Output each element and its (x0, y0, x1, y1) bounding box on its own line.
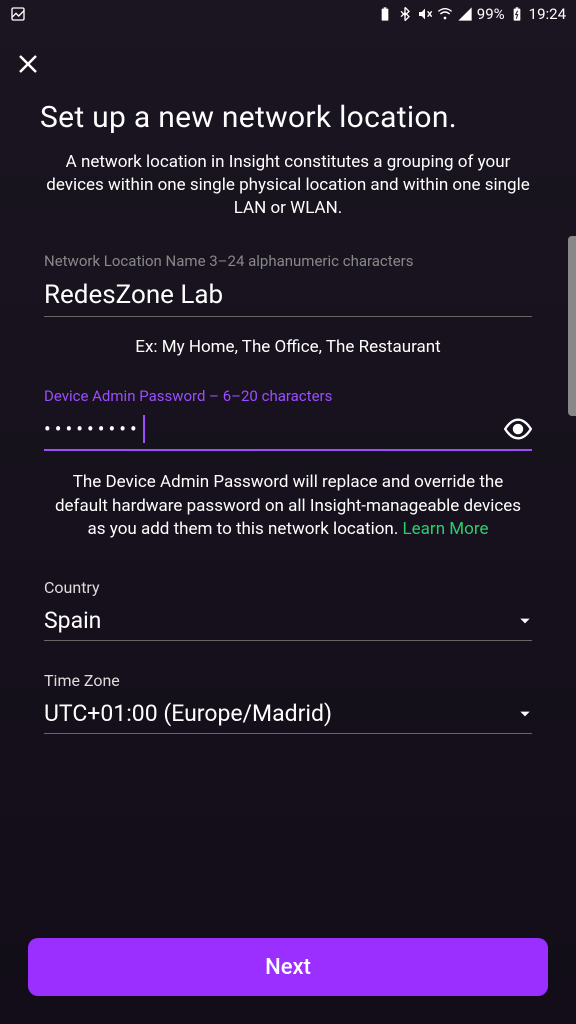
chevron-down-icon (518, 614, 532, 628)
timezone-label: Time Zone (44, 671, 532, 690)
location-name-input[interactable]: RedesZone Lab (44, 280, 532, 317)
location-name-hint: Ex: My Home, The Office, The Restaurant (44, 337, 532, 357)
next-button[interactable]: Next (28, 938, 548, 996)
show-password-button[interactable] (504, 415, 532, 443)
chevron-down-icon (518, 707, 532, 721)
bluetooth-icon (397, 6, 413, 22)
password-help-text: The Device Admin Password will replace a… (24, 471, 552, 542)
password-label: Device Admin Password – 6–20 characters (44, 387, 532, 405)
location-name-value: RedesZone Lab (44, 280, 223, 310)
timezone-select[interactable]: UTC+01:00 (Europe/Madrid) (44, 700, 532, 734)
page-title: Set up a new network location. (40, 100, 552, 135)
country-label: Country (44, 578, 532, 597)
password-value: ••••••••• (44, 417, 141, 441)
eye-icon (504, 415, 532, 443)
text-cursor (143, 415, 145, 443)
timezone-value: UTC+01:00 (Europe/Madrid) (44, 700, 332, 727)
battery-charging-icon (509, 6, 525, 22)
learn-more-link[interactable]: Learn More (403, 519, 489, 539)
scroll-indicator[interactable] (568, 236, 576, 416)
country-value: Spain (44, 607, 101, 634)
mute-icon (417, 6, 433, 22)
clock: 19:24 (529, 5, 566, 23)
country-select[interactable]: Spain (44, 607, 532, 641)
close-icon (16, 52, 40, 76)
battery-percent: 99% (477, 5, 505, 23)
battery-saver-icon (377, 6, 393, 22)
status-bar: 99% 19:24 (0, 0, 576, 28)
location-name-label: Network Location Name 3–24 alphanumeric … (44, 252, 532, 270)
wifi-icon (437, 6, 453, 22)
picture-icon (10, 6, 26, 22)
signal-icon (457, 6, 473, 22)
close-button[interactable] (4, 40, 52, 88)
password-input[interactable]: ••••••••• (44, 415, 532, 451)
page-subtitle: A network location in Insight constitute… (24, 151, 552, 220)
